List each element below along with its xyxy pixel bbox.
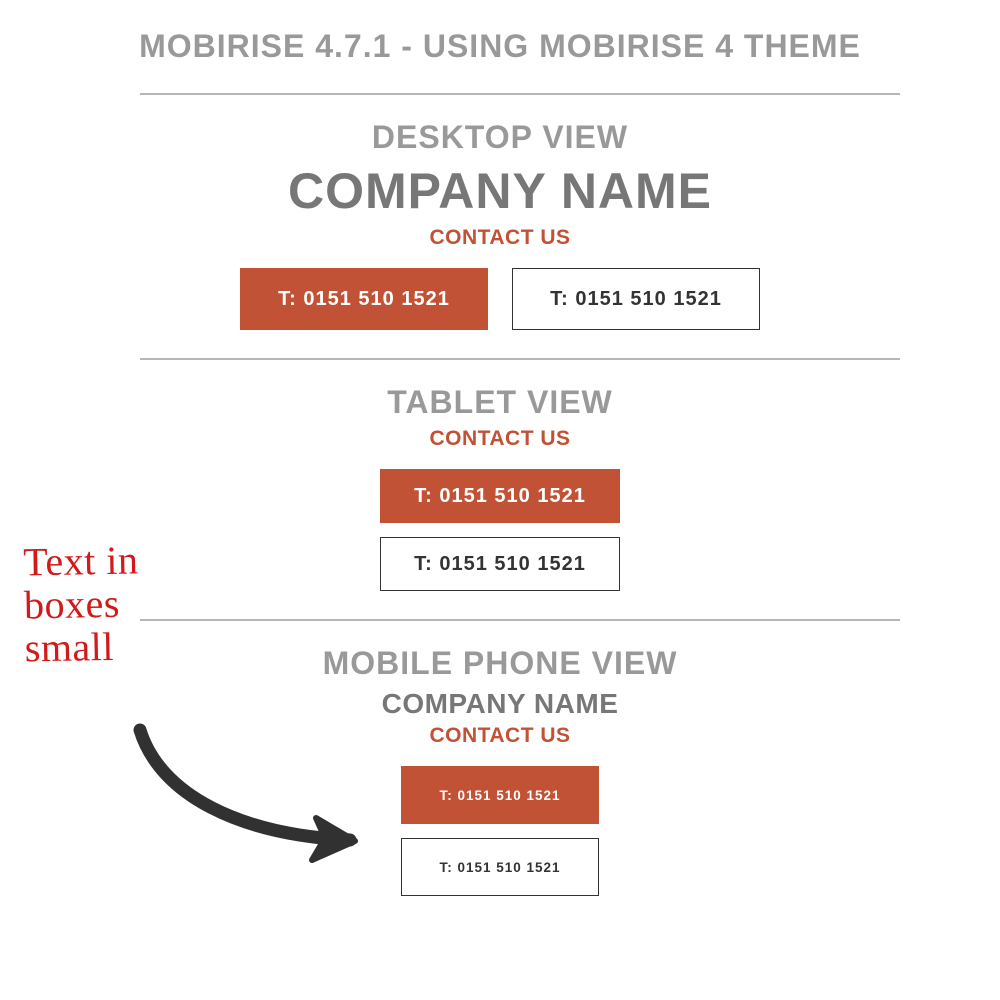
tablet-phone-button-secondary[interactable]: T: 0151 510 1521 <box>380 537 620 591</box>
desktop-phone-button-primary[interactable]: T: 0151 510 1521 <box>240 268 488 330</box>
tablet-contact-label: CONTACT US <box>0 427 1000 451</box>
section-mobile: MOBILE PHONE VIEW COMPANY NAME CONTACT U… <box>0 621 1000 924</box>
mobile-phone-button-secondary[interactable]: T: 0151 510 1521 <box>401 838 599 896</box>
tablet-title: TABLET VIEW <box>0 384 1000 421</box>
section-desktop: DESKTOP VIEW COMPANY NAME CONTACT US T: … <box>0 95 1000 358</box>
mobile-contact-label: CONTACT US <box>0 724 1000 748</box>
mobile-title: MOBILE PHONE VIEW <box>0 645 1000 682</box>
desktop-title: DESKTOP VIEW <box>0 119 1000 156</box>
section-tablet: TABLET VIEW CONTACT US T: 0151 510 1521 … <box>0 360 1000 619</box>
mobile-phone-button-primary[interactable]: T: 0151 510 1521 <box>401 766 599 824</box>
page-title: MOBIRISE 4.7.1 - USING MOBIRISE 4 THEME <box>0 0 1000 93</box>
tablet-phone-button-primary[interactable]: T: 0151 510 1521 <box>380 469 620 523</box>
mobile-company-name: COMPANY NAME <box>0 688 1000 720</box>
desktop-contact-label: CONTACT US <box>0 226 1000 250</box>
desktop-company-name: COMPANY NAME <box>0 162 1000 220</box>
desktop-phone-button-secondary[interactable]: T: 0151 510 1521 <box>512 268 760 330</box>
